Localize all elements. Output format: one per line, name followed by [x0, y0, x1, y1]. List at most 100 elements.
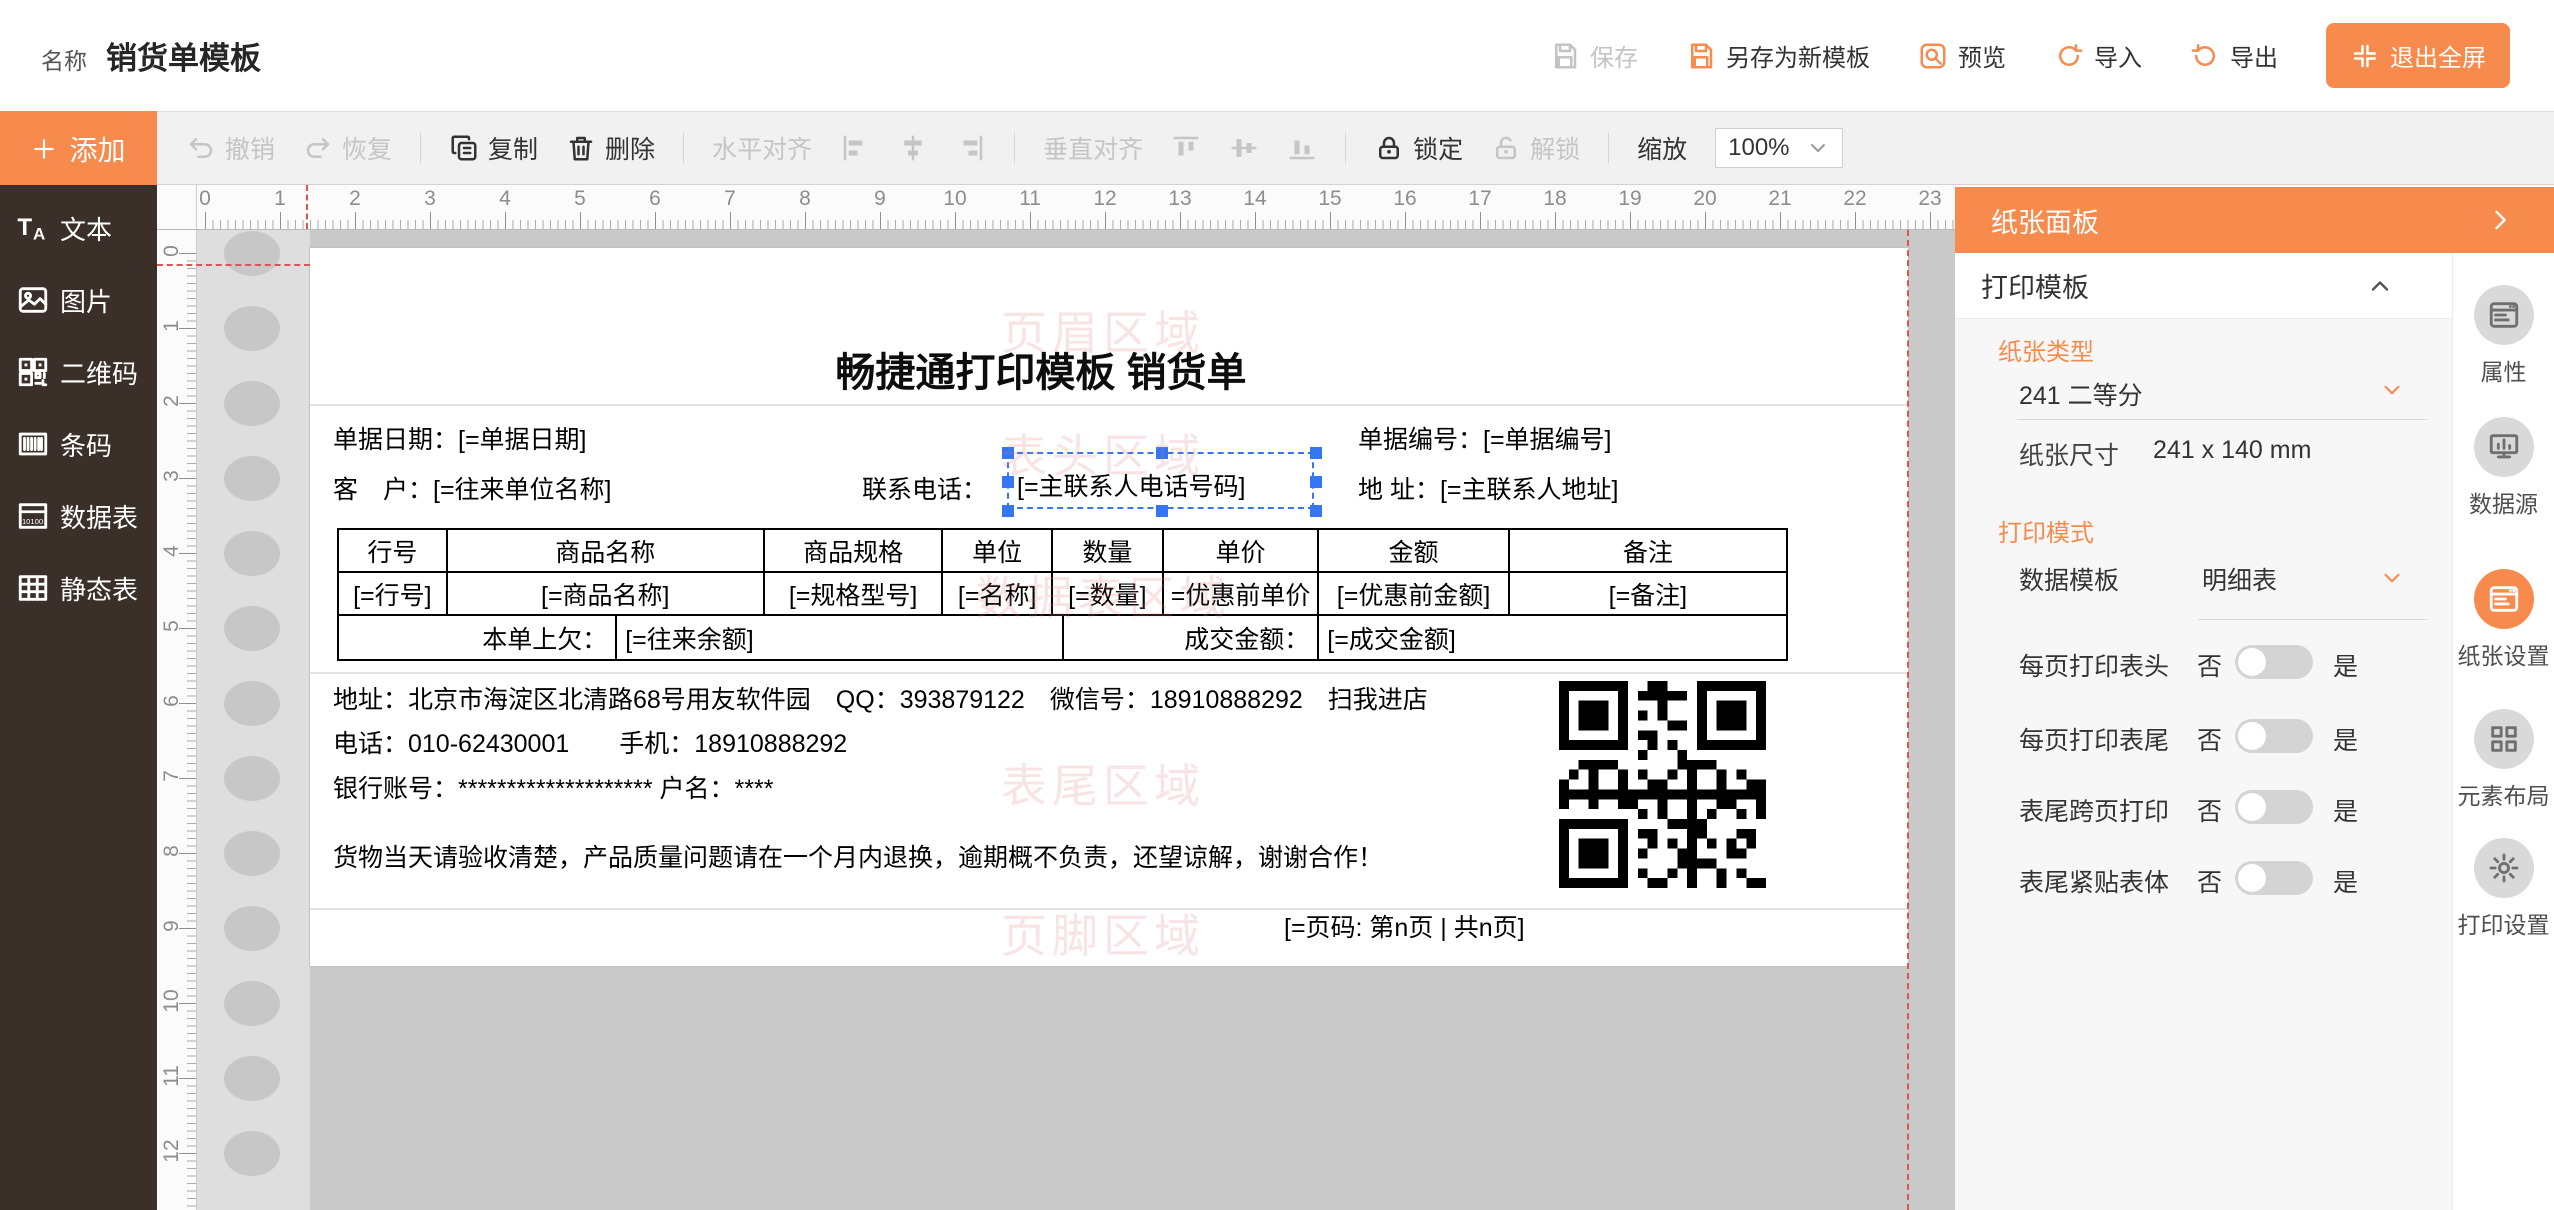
table-field-cell[interactable]: [=行号] — [339, 573, 448, 614]
field-label: 地 址： — [1358, 476, 1440, 504]
selection-handle[interactable] — [1002, 476, 1014, 488]
selection-handle[interactable] — [1310, 505, 1322, 517]
doc-field-customer[interactable]: 客 户：[=往来单位名称] — [333, 470, 612, 506]
selection-handle[interactable] — [1310, 476, 1322, 488]
doc-footer-line[interactable]: 货物当天请验收清楚，产品质量问题请在一个月内退换，逾期概不负责，还望谅解，谢谢合… — [333, 838, 1383, 874]
unlock-button[interactable]: 解锁 — [1491, 130, 1580, 166]
selection-handle[interactable] — [1310, 447, 1322, 459]
doc-title[interactable]: 畅捷通打印模板 销货单 — [835, 340, 1246, 398]
preview-button[interactable]: 预览 — [1918, 38, 2006, 73]
table-field-cell[interactable]: [=优惠前金额] — [1319, 573, 1510, 614]
field-value: [=往来单位名称] — [433, 476, 612, 504]
doc-field-number[interactable]: 单据编号：[=单据编号] — [1358, 420, 1612, 456]
zoom-select[interactable]: 100% — [1715, 128, 1843, 168]
sidebar-item-label: 条码 — [60, 430, 113, 461]
template-title: 销货单模板 — [106, 41, 261, 76]
sidebar-item-statictable[interactable]: 静态表 — [0, 565, 157, 611]
copy-label: 复制 — [488, 136, 539, 164]
ruler-number: 10 — [943, 187, 967, 210]
table-field-cell[interactable]: =优惠前单价 — [1164, 573, 1320, 614]
table-header-cell[interactable]: 商品名称 — [448, 530, 765, 571]
toggle-switch[interactable] — [2235, 790, 2313, 824]
align-right-icon[interactable] — [956, 133, 986, 163]
doc-footer-line[interactable]: 地址：北京市海淀区北清路68号用友软件园 QQ：393879122 微信号：18… — [333, 680, 1428, 716]
align-bottom-icon[interactable] — [1287, 133, 1317, 163]
table-header-cell[interactable]: 备注 — [1510, 530, 1786, 571]
table-header-cell[interactable]: 行号 — [339, 530, 448, 571]
table-header-cell[interactable]: 金额 — [1319, 530, 1510, 571]
export-button[interactable]: 导出 — [2190, 38, 2278, 73]
doc-field-address[interactable]: 地 址：[=主联系人地址] — [1358, 470, 1618, 506]
table-field-cell[interactable]: [=备注] — [1510, 573, 1786, 614]
table-header-cell[interactable]: 单价 — [1164, 530, 1320, 571]
table-field-cell[interactable]: [=名称] — [943, 573, 1054, 614]
toggle-switch[interactable] — [2235, 861, 2313, 895]
data-template-select[interactable]: 明细表 — [2202, 561, 2277, 597]
print-template-section[interactable]: 打印模板 — [1955, 253, 2452, 319]
undo-icon — [186, 133, 216, 163]
delete-button[interactable]: 删除 — [566, 130, 655, 166]
chevron-right-icon[interactable] — [2486, 206, 2514, 234]
ruler-number: 21 — [1768, 187, 1792, 210]
feed-hole — [224, 756, 280, 801]
sidebar-item-label: 图片 — [60, 286, 113, 317]
design-canvas[interactable]: 畅捷通打印模板 销货单 单据日期：[=单据日期] 单据编号：[=单据编号] 客 … — [197, 230, 1955, 1210]
page-number-field[interactable]: [=页码: 第n页 | 共n页] — [1284, 908, 1525, 944]
sidebar-item-text[interactable]: T A 文本 — [0, 205, 157, 251]
add-button[interactable]: 添加 — [0, 111, 157, 186]
selection-handle[interactable] — [1156, 447, 1168, 459]
feed-hole — [224, 681, 280, 726]
selected-element[interactable]: [=主联系人电话号码] — [1002, 447, 1322, 517]
table-header-cell[interactable]: 商品规格 — [765, 530, 944, 571]
table-header-cell[interactable]: 单位 — [943, 530, 1054, 571]
field-underline — [2017, 419, 2427, 420]
doc-footer-line[interactable]: 银行账号：******************** 户名：**** — [333, 769, 773, 805]
selection-handle[interactable] — [1156, 505, 1168, 517]
sidebar-item-qrcode[interactable]: 二维码 — [0, 349, 157, 395]
table-footer-cell[interactable]: [=成交金额] — [1319, 616, 1786, 659]
doc-field-date[interactable]: 单据日期：[=单据日期] — [333, 420, 587, 456]
align-left-icon[interactable] — [840, 133, 870, 163]
doc-footer-line[interactable]: 电话：010-62430001 手机：18910888292 — [333, 724, 847, 760]
chevron-down-icon[interactable] — [2379, 565, 2405, 591]
align-center-icon[interactable] — [898, 133, 928, 163]
halign-text: 水平对齐 — [712, 136, 813, 164]
chevron-up-icon[interactable] — [2366, 272, 2394, 300]
save-as-button[interactable]: 另存为新模板 — [1686, 38, 1870, 73]
table-field-cell[interactable]: [=商品名称] — [448, 573, 765, 614]
paper-type-select[interactable]: 241 二等分 — [2019, 376, 2143, 412]
feed-hole — [224, 231, 280, 276]
sidebar-item-barcode[interactable]: 条码 — [0, 421, 157, 467]
table-footer-cell[interactable]: 成交金额： — [1064, 616, 1320, 659]
align-top-icon[interactable] — [1171, 133, 1201, 163]
redo-button[interactable]: 恢复 — [303, 130, 392, 166]
selection-handle[interactable] — [1002, 447, 1014, 459]
undo-button[interactable]: 撤销 — [186, 130, 275, 166]
toggle-switch[interactable] — [2235, 645, 2313, 679]
import-button[interactable]: 导入 — [2054, 38, 2142, 73]
align-middle-icon[interactable] — [1229, 133, 1259, 163]
table-field-cell[interactable]: [=规格型号] — [765, 573, 944, 614]
exit-fullscreen-button[interactable]: 退出全屏 — [2326, 23, 2510, 88]
doc-field-phone-label[interactable]: 联系电话： — [862, 470, 987, 506]
table-footer-cell[interactable]: 本单上欠： — [339, 616, 618, 659]
copy-button[interactable]: 复制 — [449, 130, 538, 166]
table-field-cell[interactable]: [=数量] — [1053, 573, 1164, 614]
data-table[interactable]: 行号 商品名称 商品规格 单位 数量 单价 金额 备注 [=行号] [=商品名称] [=规格型号][… — [337, 528, 1788, 661]
chevron-down-icon[interactable] — [2379, 377, 2405, 403]
preview-label: 预览 — [1958, 45, 2006, 72]
paper-panel-header[interactable]: 纸张面板 — [1955, 187, 2554, 253]
selection-handle[interactable] — [1002, 505, 1014, 517]
toggle-switch[interactable] — [2235, 719, 2313, 753]
table-header-cell[interactable]: 数量 — [1053, 530, 1164, 571]
save-button[interactable]: 保存 — [1550, 38, 1638, 73]
template-page[interactable]: 畅捷通打印模板 销货单 单据日期：[=单据日期] 单据编号：[=单据编号] 客 … — [310, 248, 1908, 966]
table-footer-cell[interactable]: [=往来余额] — [617, 616, 1064, 659]
sidebar-item-datatable[interactable]: 101001 数据表 — [0, 493, 157, 539]
sidebar-item-image[interactable]: 图片 — [0, 277, 157, 323]
qr-code[interactable] — [1559, 681, 1766, 888]
lock-button[interactable]: 锁定 — [1374, 130, 1463, 166]
toggle-off-label: 否 — [2197, 798, 2223, 826]
svg-text:T: T — [17, 214, 32, 241]
data-template-label: 数据模板 — [2019, 567, 2120, 595]
